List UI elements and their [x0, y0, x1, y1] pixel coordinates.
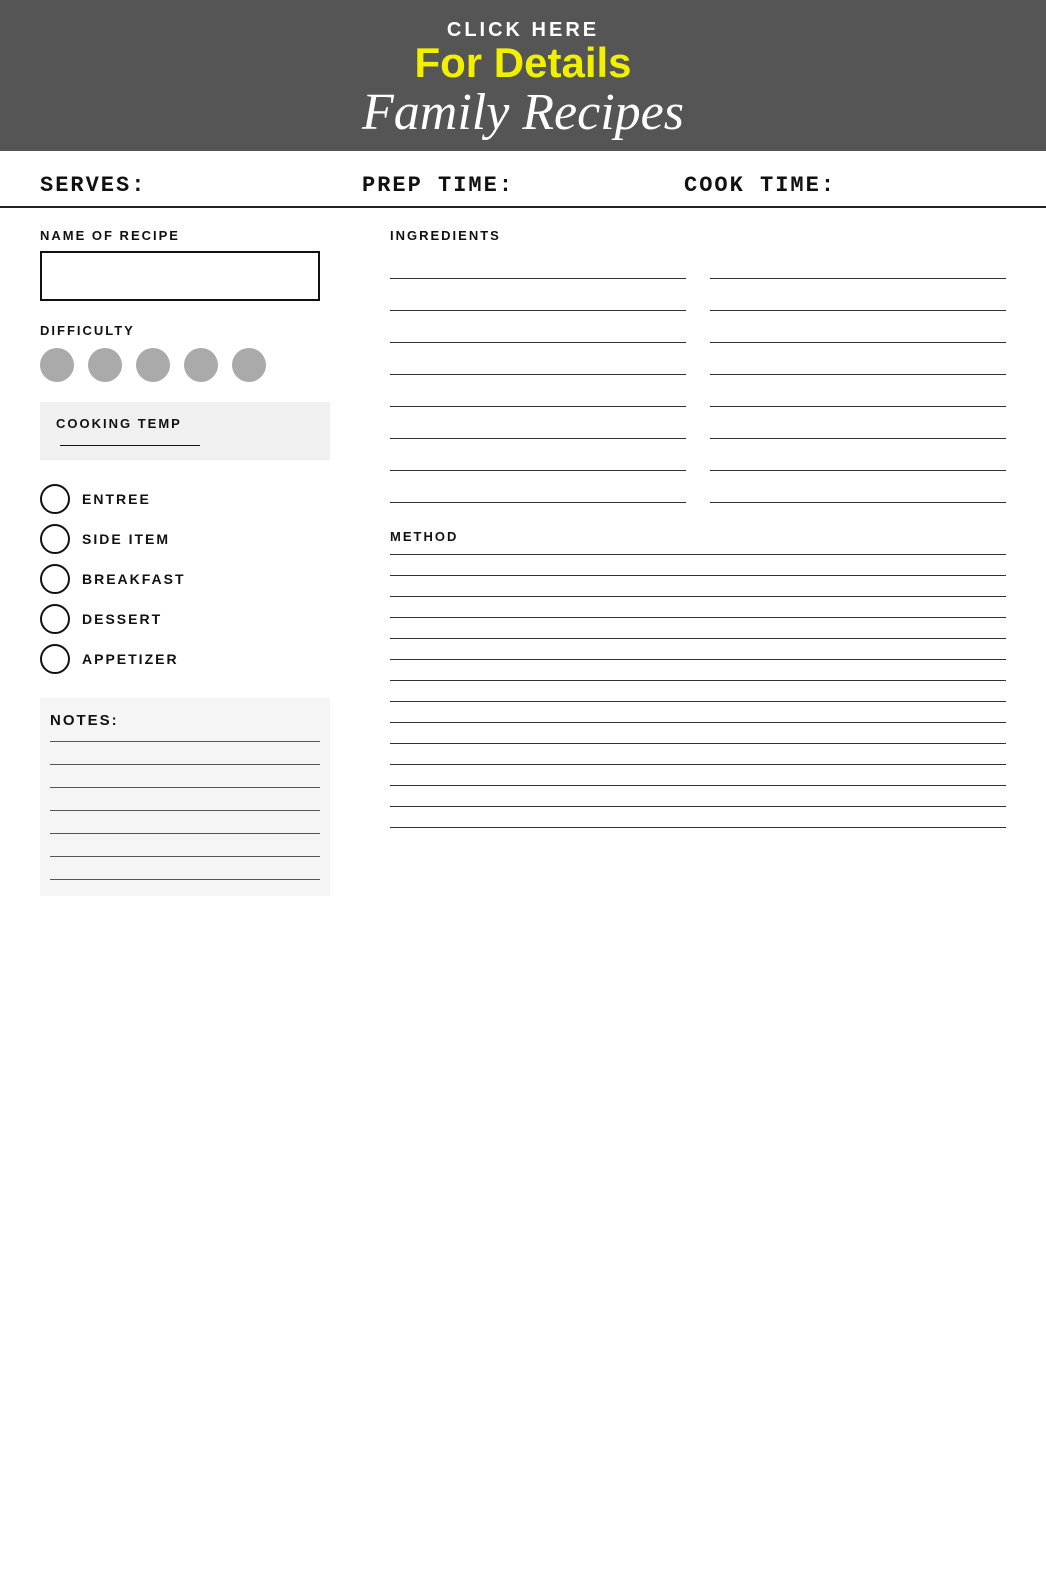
- notes-line-7: [50, 879, 320, 880]
- category-appetizer[interactable]: APPETIZER: [40, 644, 360, 674]
- ingredient-line-16: [710, 475, 1006, 503]
- radio-dessert[interactable]: [40, 604, 70, 634]
- meta-row: SERVES: PREP TIME: COOK TIME:: [0, 151, 1046, 208]
- recipe-name-input[interactable]: [40, 251, 320, 301]
- category-breakfast[interactable]: BREAKFAST: [40, 564, 360, 594]
- notes-line-5: [50, 833, 320, 834]
- radio-entree[interactable]: [40, 484, 70, 514]
- category-entree-label: ENTREE: [82, 491, 151, 507]
- cook-time-label: COOK TIME:: [684, 173, 1006, 198]
- method-label: METHOD: [390, 529, 1006, 544]
- method-line-13: [390, 806, 1006, 807]
- ingredient-line-9: [390, 379, 686, 407]
- ingredients-section: INGREDIENTS: [390, 228, 1006, 503]
- method-line-12: [390, 785, 1006, 786]
- left-column: NAME OF RECIPE DIFFICULTY COOKING TEMP E…: [40, 228, 360, 896]
- ingredient-line-4: [710, 283, 1006, 311]
- main-content: NAME OF RECIPE DIFFICULTY COOKING TEMP E…: [0, 208, 1046, 916]
- method-line-8: [390, 701, 1006, 702]
- notes-line-3: [50, 787, 320, 788]
- ingredient-line-10: [710, 379, 1006, 407]
- category-list: ENTREE SIDE ITEM BREAKFAST DESSERT APPET…: [40, 484, 360, 674]
- ingredient-line-7: [390, 347, 686, 375]
- right-column: INGREDIENTS METHOD: [390, 228, 1006, 896]
- radio-side-item[interactable]: [40, 524, 70, 554]
- method-line-10: [390, 743, 1006, 744]
- ingredient-line-13: [390, 443, 686, 471]
- radio-breakfast[interactable]: [40, 564, 70, 594]
- difficulty-dot-1[interactable]: [40, 348, 74, 382]
- method-line-9: [390, 722, 1006, 723]
- notes-line-6: [50, 856, 320, 857]
- category-appetizer-label: APPETIZER: [82, 651, 179, 667]
- notes-line-4: [50, 810, 320, 811]
- method-line-6: [390, 659, 1006, 660]
- notes-line-1: [50, 741, 320, 742]
- ingredient-line-1: [390, 251, 686, 279]
- ingredient-line-11: [390, 411, 686, 439]
- ingredient-line-2: [710, 251, 1006, 279]
- difficulty-dots: [40, 348, 360, 382]
- method-line-4: [390, 617, 1006, 618]
- header: CLICK HERE For Details Family Recipes: [0, 0, 1046, 151]
- ingredients-grid: [390, 251, 1006, 503]
- difficulty-dot-5[interactable]: [232, 348, 266, 382]
- ingredient-line-15: [390, 475, 686, 503]
- difficulty-dot-2[interactable]: [88, 348, 122, 382]
- prep-time-label: PREP TIME:: [362, 173, 684, 198]
- cooking-temp-line: [60, 445, 200, 446]
- ingredients-label: INGREDIENTS: [390, 228, 1006, 243]
- category-entree[interactable]: ENTREE: [40, 484, 360, 514]
- notes-lines: [50, 741, 314, 880]
- ingredient-line-6: [710, 315, 1006, 343]
- ingredient-line-5: [390, 315, 686, 343]
- difficulty-dot-3[interactable]: [136, 348, 170, 382]
- for-details-text: For Details: [0, 42, 1046, 84]
- radio-appetizer[interactable]: [40, 644, 70, 674]
- serves-label: SERVES:: [40, 173, 362, 198]
- category-breakfast-label: BREAKFAST: [82, 571, 186, 587]
- category-side-item-label: SIDE ITEM: [82, 531, 170, 547]
- method-section: METHOD: [390, 529, 1006, 828]
- method-line-7: [390, 680, 1006, 681]
- method-line-5: [390, 638, 1006, 639]
- cooking-temp-box: COOKING TEMP: [40, 402, 330, 460]
- category-side-item[interactable]: SIDE ITEM: [40, 524, 360, 554]
- method-line-14: [390, 827, 1006, 828]
- difficulty-dot-4[interactable]: [184, 348, 218, 382]
- method-line-3: [390, 596, 1006, 597]
- notes-label: NOTES:: [50, 712, 314, 729]
- method-line-1: [390, 554, 1006, 555]
- cooking-temp-label: COOKING TEMP: [56, 416, 182, 431]
- ingredient-line-8: [710, 347, 1006, 375]
- method-line-11: [390, 764, 1006, 765]
- notes-line-2: [50, 764, 320, 765]
- name-of-recipe-label: NAME OF RECIPE: [40, 228, 360, 243]
- ingredient-line-14: [710, 443, 1006, 471]
- method-lines: [390, 554, 1006, 828]
- notes-section: NOTES:: [40, 698, 330, 896]
- difficulty-label: DIFFICULTY: [40, 323, 360, 338]
- category-dessert[interactable]: DESSERT: [40, 604, 360, 634]
- family-recipes-title: Family Recipes: [0, 84, 1046, 141]
- difficulty-section: DIFFICULTY: [40, 323, 360, 382]
- ingredient-line-12: [710, 411, 1006, 439]
- category-dessert-label: DESSERT: [82, 611, 162, 627]
- method-line-2: [390, 575, 1006, 576]
- ingredient-line-3: [390, 283, 686, 311]
